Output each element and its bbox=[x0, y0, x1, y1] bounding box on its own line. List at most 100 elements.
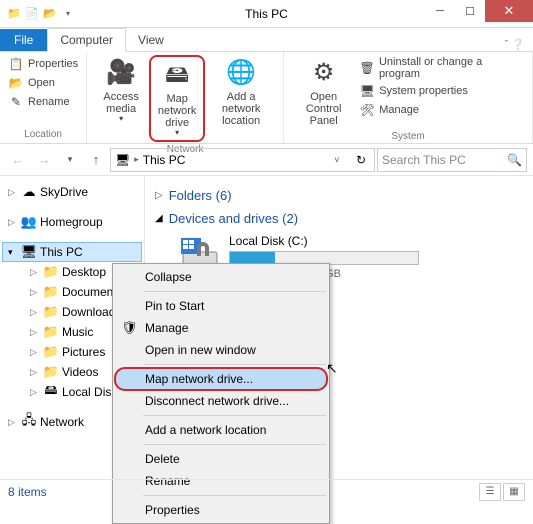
icons-view-button[interactable]: ▦ bbox=[503, 483, 525, 501]
properties-button[interactable]: 📋Properties bbox=[6, 55, 80, 73]
tab-view[interactable]: View bbox=[126, 29, 176, 51]
folder-icon: 📁 bbox=[43, 284, 59, 300]
devices-section[interactable]: ◢ Devices and drives (2) bbox=[155, 207, 523, 230]
group-label-location: Location bbox=[6, 127, 80, 142]
cursor-icon: ↖ bbox=[326, 360, 338, 377]
homegroup-icon: 👥 bbox=[21, 214, 37, 230]
cm-manage[interactable]: 🛡Manage bbox=[115, 317, 327, 339]
folders-section[interactable]: ▷ Folders (6) bbox=[155, 184, 523, 207]
map-network-drive-button[interactable]: 🖴 Map network drive▾ bbox=[149, 55, 205, 142]
chevron-right-icon[interactable]: ▷ bbox=[8, 217, 18, 228]
chevron-right-icon: ▸ bbox=[134, 154, 139, 165]
control-panel-icon: ⚙ bbox=[308, 57, 340, 89]
window-buttons: ─ ☐ ✕ bbox=[425, 0, 533, 22]
rename-button[interactable]: ✎Rename bbox=[6, 93, 80, 111]
cloud-icon: ☁ bbox=[21, 184, 37, 200]
manage-button[interactable]: 🛠Manage bbox=[357, 101, 526, 119]
network-icon: 🖧 bbox=[21, 414, 37, 430]
control-panel-button[interactable]: ⚙ Open Control Panel bbox=[290, 55, 357, 129]
properties-icon[interactable]: 📄 bbox=[24, 6, 40, 22]
folder-icon: 📁 bbox=[43, 304, 59, 320]
add-location-icon: 🌐 bbox=[225, 57, 257, 89]
forward-button[interactable]: → bbox=[32, 148, 56, 172]
uninstall-button[interactable]: 🗑Uninstall or change a program bbox=[357, 55, 526, 81]
quick-access-toolbar: 📁 📄 📂 ▾ bbox=[0, 6, 76, 22]
details-view-button[interactable]: ☰ bbox=[479, 483, 501, 501]
new-folder-icon[interactable]: 📂 bbox=[42, 6, 58, 22]
chevron-right-icon[interactable]: ▷ bbox=[30, 287, 40, 298]
title-bar: 📁 📄 📂 ▾ This PC ─ ☐ ✕ bbox=[0, 0, 533, 28]
separator bbox=[143, 364, 326, 365]
ribbon: 📋Properties 📂Open ✎Rename Location 🎥 Acc… bbox=[0, 52, 533, 144]
map-drive-icon: 🖴 bbox=[161, 59, 193, 91]
chevron-down-icon: ◢ bbox=[155, 213, 163, 224]
up-button[interactable]: ↑ bbox=[84, 148, 108, 172]
open-icon: 📂 bbox=[8, 75, 24, 91]
shield-icon: 🛡 bbox=[121, 320, 137, 336]
folder-icon: 📁 bbox=[43, 364, 59, 380]
manage-icon: 🛠 bbox=[359, 102, 375, 118]
cm-pin[interactable]: Pin to Start bbox=[115, 295, 327, 317]
address-path: This PC bbox=[143, 153, 186, 167]
add-network-location-button[interactable]: 🌐 Add a network location bbox=[205, 55, 277, 129]
cm-disconnect[interactable]: Disconnect network drive... bbox=[115, 390, 327, 412]
cm-open-new[interactable]: Open in new window bbox=[115, 339, 327, 361]
status-bar: 8 items ☰ ▦ bbox=[0, 479, 533, 503]
search-icon: 🔍 bbox=[507, 153, 522, 167]
sysprops-icon: 🖥 bbox=[359, 83, 375, 99]
properties-icon: 📋 bbox=[8, 56, 24, 72]
minimize-button[interactable]: ─ bbox=[425, 0, 455, 22]
cm-add-location[interactable]: Add a network location bbox=[115, 419, 327, 441]
navigation-bar: ← → ▾ ↑ 🖥 ▸ This PC ˅ ↻ Search This PC 🔍 bbox=[0, 144, 533, 176]
ribbon-group-location: 📋Properties 📂Open ✎Rename Location bbox=[0, 52, 87, 143]
folder-icon: 📁 bbox=[43, 344, 59, 360]
tab-computer[interactable]: Computer bbox=[47, 28, 126, 52]
rename-icon: ✎ bbox=[8, 94, 24, 110]
tree-this-pc[interactable]: ▾🖥This PC bbox=[2, 242, 142, 262]
tree-skydrive[interactable]: ▷☁SkyDrive bbox=[2, 182, 142, 202]
chevron-right-icon[interactable]: ▷ bbox=[30, 367, 40, 378]
uninstall-icon: 🗑 bbox=[359, 60, 375, 76]
chevron-down-icon[interactable]: ▾ bbox=[8, 247, 18, 258]
computer-icon: 🖥 bbox=[115, 153, 130, 167]
cm-delete[interactable]: Delete bbox=[115, 448, 327, 470]
ribbon-group-network: 🎥 Access media▾ 🖴 Map network drive▾ 🌐 A… bbox=[87, 52, 284, 143]
tree-homegroup[interactable]: ▷👥Homegroup bbox=[2, 212, 142, 232]
access-media-button[interactable]: 🎥 Access media▾ bbox=[93, 55, 149, 126]
address-dropdown-icon[interactable]: ˅ bbox=[326, 155, 348, 165]
ribbon-tabs: File Computer View ˆ ❔ bbox=[0, 28, 533, 52]
chevron-right-icon[interactable]: ▷ bbox=[30, 267, 40, 278]
chevron-right-icon: ▷ bbox=[155, 190, 163, 201]
cm-collapse[interactable]: Collapse bbox=[115, 266, 327, 288]
address-bar[interactable]: 🖥 ▸ This PC ˅ ↻ bbox=[110, 148, 375, 172]
back-button[interactable]: ← bbox=[6, 148, 30, 172]
separator bbox=[143, 444, 326, 445]
chevron-right-icon[interactable]: ▷ bbox=[30, 347, 40, 358]
media-icon: 🎥 bbox=[105, 57, 137, 89]
open-button[interactable]: 📂Open bbox=[6, 74, 80, 92]
window-title: This PC bbox=[245, 7, 288, 21]
recent-dropdown[interactable]: ▾ bbox=[58, 148, 82, 172]
ribbon-group-system: ⚙ Open Control Panel 🗑Uninstall or chang… bbox=[284, 52, 533, 143]
cm-map-network-drive[interactable]: Map network drive... bbox=[115, 368, 327, 390]
refresh-button[interactable]: ↻ bbox=[352, 153, 370, 167]
item-count: 8 items bbox=[8, 485, 47, 499]
view-toggles: ☰ ▦ bbox=[479, 483, 525, 501]
chevron-right-icon[interactable]: ▷ bbox=[30, 387, 40, 398]
qat-dropdown-icon[interactable]: ▾ bbox=[60, 6, 76, 22]
tab-file[interactable]: File bbox=[0, 29, 47, 51]
search-box[interactable]: Search This PC 🔍 bbox=[377, 148, 527, 172]
chevron-right-icon[interactable]: ▷ bbox=[30, 307, 40, 318]
chevron-right-icon[interactable]: ▷ bbox=[8, 187, 18, 198]
drive-icon: 🖴 bbox=[43, 384, 59, 400]
close-button[interactable]: ✕ bbox=[485, 0, 533, 22]
system-properties-button[interactable]: 🖥System properties bbox=[357, 82, 526, 100]
folder-icon: 📁 bbox=[43, 324, 59, 340]
app-icon[interactable]: 📁 bbox=[6, 6, 22, 22]
chevron-right-icon[interactable]: ▷ bbox=[30, 327, 40, 338]
chevron-right-icon[interactable]: ▷ bbox=[8, 417, 18, 428]
separator bbox=[143, 415, 326, 416]
maximize-button[interactable]: ☐ bbox=[455, 0, 485, 22]
drive-name: Local Disk (C:) bbox=[229, 234, 429, 248]
ribbon-toggle-icon[interactable]: ˆ ❔ bbox=[497, 38, 533, 51]
